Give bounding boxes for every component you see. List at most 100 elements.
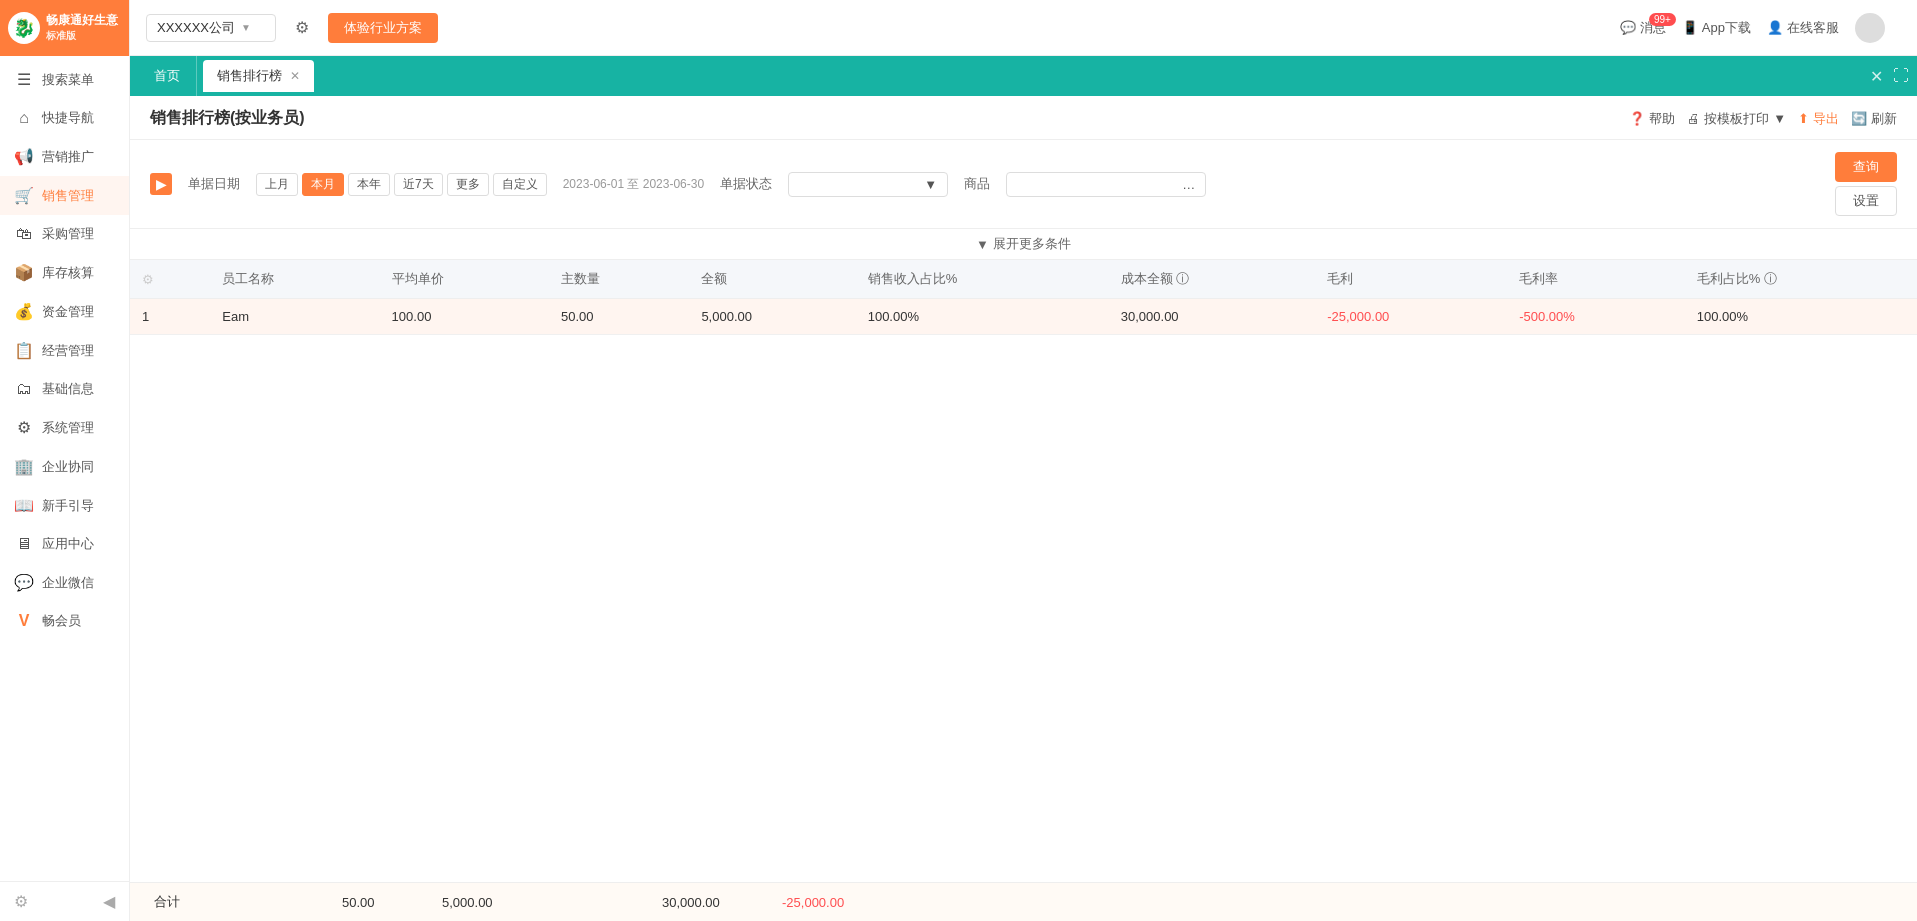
close-window-icon[interactable]: ✕ xyxy=(1870,67,1883,86)
date-current-year-btn[interactable]: 本年 xyxy=(348,173,390,196)
table-row: 1 Eam 100.00 50.00 5,000.00 100.00% 30,0… xyxy=(130,299,1917,335)
basic-icon: 🗂 xyxy=(14,380,34,398)
expand-label: 展开更多条件 xyxy=(993,235,1071,253)
topbar-right: 💬 消息 99+ 📱 App下载 👤 在线客服 xyxy=(1620,13,1901,43)
print-dropdown-icon: ▼ xyxy=(1773,111,1786,126)
sidebar-item-purchase[interactable]: 🛍 采购管理 xyxy=(0,215,129,253)
sidebar-item-corp[interactable]: 🏢 企业协同 xyxy=(0,447,129,486)
sidebar-item-guide[interactable]: 📖 新手引导 xyxy=(0,486,129,525)
sidebar-collapse-icon[interactable]: ◀ xyxy=(103,892,115,911)
apps-icon: 🖥 xyxy=(14,535,34,553)
date-range-display: 2023-06-01 至 2023-06-30 xyxy=(563,176,704,193)
goods-more-icon: … xyxy=(1182,177,1195,192)
date-buttons: 上月 本月 本年 近7天 更多 自定义 xyxy=(256,173,547,196)
th-avg-price: 平均单价 xyxy=(380,260,549,299)
main: XXXXXX公司 ▼ ⚙ 体验行业方案 💬 消息 99+ 📱 App下载 👤 在… xyxy=(130,0,1917,921)
topbar-settings-btn[interactable]: ⚙ xyxy=(288,14,316,42)
cell-profit: -25,000.00 xyxy=(1315,299,1507,335)
table-footer: 合计 50.00 5,000.00 30,000.00 -25,000.00 xyxy=(130,882,1917,921)
tab-home[interactable]: 首页 xyxy=(138,56,197,96)
date-custom-btn[interactable]: 自定义 xyxy=(493,173,547,196)
footer-amount: 5,000.00 xyxy=(442,895,552,910)
app-download-btn[interactable]: 📱 App下载 xyxy=(1682,19,1751,37)
logo-text: 畅康通好生意 标准版 xyxy=(46,13,118,43)
search-menu-icon: ☰ xyxy=(14,70,34,89)
expand-icon: ▼ xyxy=(976,237,989,252)
table-header: ⚙ 员工名称 平均单价 主数量 全额 销售收入占比% 成本全额 ⓘ 毛利 毛利率… xyxy=(130,260,1917,299)
home-icon: ⌂ xyxy=(14,109,34,127)
th-setting[interactable]: ⚙ xyxy=(130,260,210,299)
th-amount: 全额 xyxy=(689,260,855,299)
footer-profit: -25,000.00 xyxy=(782,895,902,910)
export-btn[interactable]: ⬆ 导出 xyxy=(1798,110,1839,128)
expand-conditions-btn[interactable]: ▼ 展开更多条件 xyxy=(976,235,1071,253)
sidebar-settings-icon[interactable]: ⚙ xyxy=(14,892,28,911)
guide-icon: 📖 xyxy=(14,496,34,515)
sidebar-item-quick[interactable]: ⌂ 快捷导航 xyxy=(0,99,129,137)
wechat-icon: 💬 xyxy=(14,573,34,592)
cell-avg-price: 100.00 xyxy=(380,299,549,335)
filter-bar: ▶ 单据日期 上月 本月 本年 近7天 更多 自定义 2023-06-01 至 … xyxy=(130,140,1917,229)
help-btn[interactable]: ❓ 帮助 xyxy=(1629,110,1675,128)
page-title: 销售排行榜(按业务员) xyxy=(150,108,305,139)
tab-close-icon[interactable]: ✕ xyxy=(290,69,300,83)
cell-qty: 50.00 xyxy=(549,299,689,335)
sidebar-item-apps[interactable]: 🖥 应用中心 xyxy=(0,525,129,563)
avatar[interactable] xyxy=(1855,13,1885,43)
sidebar-item-basic[interactable]: 🗂 基础信息 xyxy=(0,370,129,408)
refresh-btn[interactable]: 🔄 刷新 xyxy=(1851,110,1897,128)
service-icon: 👤 xyxy=(1767,20,1783,35)
topbar: XXXXXX公司 ▼ ⚙ 体验行业方案 💬 消息 99+ 📱 App下载 👤 在… xyxy=(130,0,1917,56)
tabbar: 首页 销售排行榜 ✕ ✕ ⛶ xyxy=(130,56,1917,96)
date-more-btn[interactable]: 更多 xyxy=(447,173,489,196)
sidebar-logo: 🐉 畅康通好生意 标准版 xyxy=(0,0,129,56)
print-btn[interactable]: 🖨 按模板打印 ▼ xyxy=(1687,110,1786,128)
filter-action-btns: 查询 设置 xyxy=(1835,152,1897,216)
sidebar-item-sales[interactable]: 🛒 销售管理 xyxy=(0,176,129,215)
th-profit-pct: 毛利占比% ⓘ xyxy=(1685,260,1917,299)
tab-sales-ranking[interactable]: 销售排行榜 ✕ xyxy=(203,60,314,92)
message-badge: 99+ xyxy=(1649,13,1676,26)
ranking-table: ⚙ 员工名称 平均单价 主数量 全额 销售收入占比% 成本全额 ⓘ 毛利 毛利率… xyxy=(130,260,1917,335)
cell-cost: 30,000.00 xyxy=(1109,299,1315,335)
maximize-icon[interactable]: ⛶ xyxy=(1893,67,1909,85)
sidebar-item-member[interactable]: V 畅会员 xyxy=(0,602,129,640)
status-select[interactable]: ▼ xyxy=(788,172,948,197)
query-button[interactable]: 查询 xyxy=(1835,152,1897,182)
trial-button[interactable]: 体验行业方案 xyxy=(328,13,438,43)
expand-bar: ▼ 展开更多条件 xyxy=(130,229,1917,260)
sidebar-item-operation[interactable]: 📋 经营管理 xyxy=(0,331,129,370)
company-dropdown-arrow: ▼ xyxy=(241,22,251,33)
help-icon: ❓ xyxy=(1629,111,1645,126)
sidebar-item-search[interactable]: ☰ 搜索菜单 xyxy=(0,60,129,99)
message-btn[interactable]: 💬 消息 99+ xyxy=(1620,19,1666,37)
date-7days-btn[interactable]: 近7天 xyxy=(394,173,443,196)
content: 销售排行榜(按业务员) ❓ 帮助 🖨 按模板打印 ▼ ⬆ 导出 🔄 刷新 xyxy=(130,96,1917,921)
message-icon: 💬 xyxy=(1620,20,1636,35)
filter-settings-button[interactable]: 设置 xyxy=(1835,186,1897,216)
date-label: 单据日期 xyxy=(188,175,240,193)
finance-icon: 💰 xyxy=(14,302,34,321)
cell-profit-rate: -500.00% xyxy=(1507,299,1685,335)
th-profit-rate: 毛利率 xyxy=(1507,260,1685,299)
cell-amount: 5,000.00 xyxy=(689,299,855,335)
status-label: 单据状态 xyxy=(720,175,772,193)
sidebar-item-wechat[interactable]: 💬 企业微信 xyxy=(0,563,129,602)
sidebar-item-marketing[interactable]: 📢 营销推广 xyxy=(0,137,129,176)
footer-label: 合计 xyxy=(142,893,262,911)
column-setting-icon[interactable]: ⚙ xyxy=(142,272,154,287)
th-cost: 成本全额 ⓘ xyxy=(1109,260,1315,299)
th-profit: 毛利 xyxy=(1315,260,1507,299)
date-last-month-btn[interactable]: 上月 xyxy=(256,173,298,196)
sidebar-item-system[interactable]: ⚙ 系统管理 xyxy=(0,408,129,447)
goods-input[interactable]: … xyxy=(1006,172,1206,197)
marketing-icon: 📢 xyxy=(14,147,34,166)
online-service-btn[interactable]: 👤 在线客服 xyxy=(1767,19,1839,37)
company-select[interactable]: XXXXXX公司 ▼ xyxy=(146,14,276,42)
date-current-month-btn[interactable]: 本月 xyxy=(302,173,344,196)
filter-toggle-btn[interactable]: ▶ xyxy=(150,173,172,195)
page-header-actions: ❓ 帮助 🖨 按模板打印 ▼ ⬆ 导出 🔄 刷新 xyxy=(1629,110,1897,138)
sidebar-item-inventory[interactable]: 📦 库存核算 xyxy=(0,253,129,292)
refresh-icon: 🔄 xyxy=(1851,111,1867,126)
sidebar-item-finance[interactable]: 💰 资金管理 xyxy=(0,292,129,331)
